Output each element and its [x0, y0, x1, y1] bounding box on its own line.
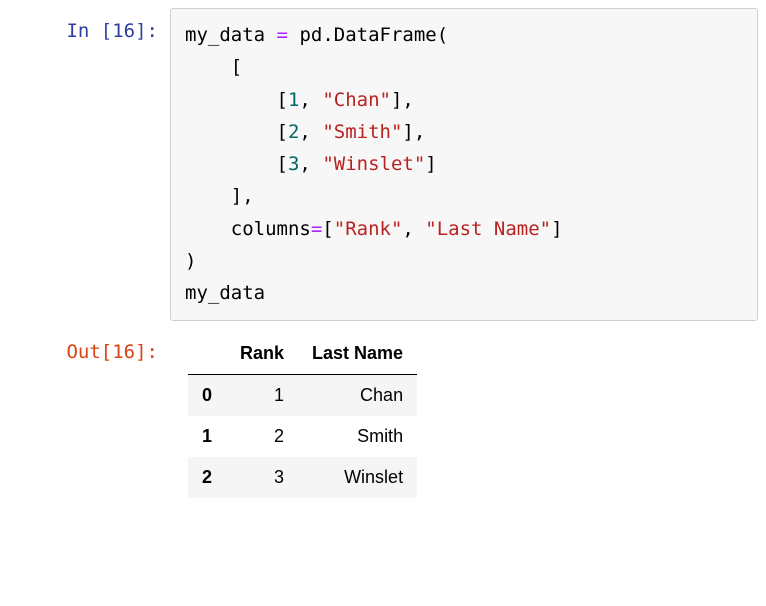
kw-columns: columns: [231, 218, 311, 240]
code-block: my_data = pd.DataFrame( [ [1, "Chan"], […: [185, 19, 743, 310]
comma: ,: [299, 153, 310, 175]
list-close: ],: [231, 185, 254, 207]
num-3: 3: [288, 153, 299, 175]
output-area: Rank Last Name 0 1 Chan 1 2 Smith: [170, 329, 766, 498]
table-row: 1 2 Smith: [188, 416, 417, 457]
num-1: 1: [288, 89, 299, 111]
var-my_data: my_data: [185, 282, 265, 304]
row-index: 1: [188, 416, 226, 457]
op-eq: =: [311, 218, 322, 240]
col-last-name: Last Name: [298, 333, 417, 375]
table-body: 0 1 Chan 1 2 Smith 2 3 Winslet: [188, 374, 417, 498]
table-corner: [188, 333, 226, 375]
notebook: In [16]: my_data = pd.DataFrame( [ [1, "…: [0, 0, 766, 514]
row-open: [: [277, 153, 288, 175]
output-cell: Out[16]: Rank Last Name 0 1 Chan: [0, 329, 766, 498]
str-last-name: "Last Name": [425, 218, 551, 240]
cell-last-name: Smith: [298, 416, 417, 457]
table-header-row: Rank Last Name: [188, 333, 417, 375]
op-assign: =: [277, 24, 288, 46]
row-index: 2: [188, 457, 226, 498]
code-input-area[interactable]: my_data = pd.DataFrame( [ [1, "Chan"], […: [170, 8, 758, 321]
str-winslet: "Winslet": [322, 153, 425, 175]
row-close: ]: [425, 153, 436, 175]
cell-rank: 2: [226, 416, 298, 457]
str-rank: "Rank": [334, 218, 403, 240]
table-row: 2 3 Winslet: [188, 457, 417, 498]
col-rank: Rank: [226, 333, 298, 375]
str-smith: "Smith": [322, 121, 402, 143]
input-prompt: In [16]:: [0, 8, 170, 45]
cell-last-name: Winslet: [298, 457, 417, 498]
table-head: Rank Last Name: [188, 333, 417, 375]
comma: ,: [299, 89, 310, 111]
input-cell: In [16]: my_data = pd.DataFrame( [ [1, "…: [0, 8, 766, 321]
output-prompt: Out[16]:: [0, 329, 170, 366]
row-open: [: [277, 121, 288, 143]
cell-last-name: Chan: [298, 374, 417, 416]
var-my_data: my_data: [185, 24, 265, 46]
row-close: ],: [402, 121, 425, 143]
cell-rank: 1: [226, 374, 298, 416]
str-chan: "Chan": [322, 89, 391, 111]
row-close: ],: [391, 89, 414, 111]
table-row: 0 1 Chan: [188, 374, 417, 416]
comma: ,: [402, 218, 413, 240]
dataframe-table: Rank Last Name 0 1 Chan 1 2 Smith: [188, 333, 417, 498]
row-open: [: [277, 89, 288, 111]
row-index: 0: [188, 374, 226, 416]
call-pd-dataframe: pd.DataFrame: [299, 24, 436, 46]
list-close: ]: [551, 218, 562, 240]
list-open: [: [231, 56, 242, 78]
num-2: 2: [288, 121, 299, 143]
cell-rank: 3: [226, 457, 298, 498]
paren-close: ): [185, 250, 196, 272]
comma: ,: [299, 121, 310, 143]
paren-open: (: [437, 24, 448, 46]
list-open: [: [322, 218, 333, 240]
